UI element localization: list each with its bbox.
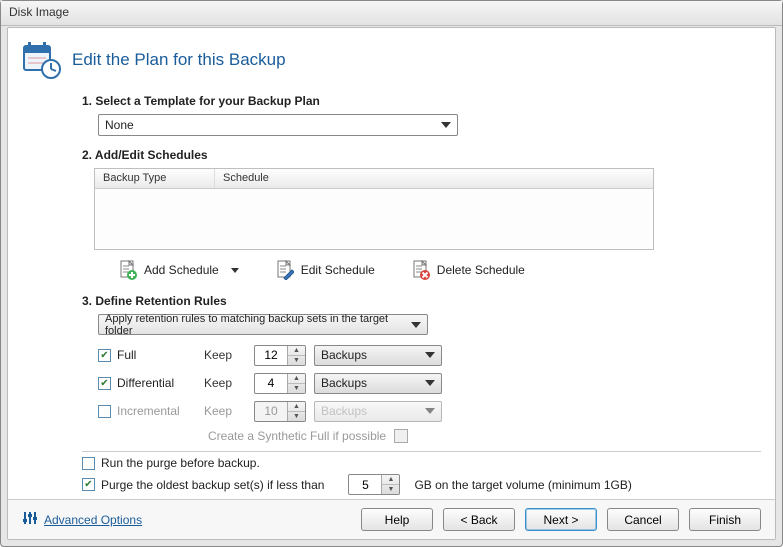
- chevron-down-icon: [425, 408, 435, 414]
- cancel-button[interactable]: Cancel: [607, 508, 679, 531]
- dialog-window: Disk Image Edit the Plan for this Backup: [0, 0, 783, 547]
- spin-up-icon[interactable]: ▲: [288, 374, 305, 384]
- differential-keep-label: Keep: [204, 376, 254, 390]
- advanced-options-link[interactable]: Advanced Options: [22, 510, 142, 529]
- window-title: Disk Image: [9, 5, 69, 19]
- add-schedule-label: Add Schedule: [144, 263, 219, 277]
- purge-gb-input[interactable]: [349, 475, 381, 494]
- differential-count-spinner[interactable]: ▲▼: [254, 373, 306, 394]
- spin-down-icon: ▼: [288, 412, 305, 421]
- edit-schedule-label: Edit Schedule: [301, 263, 375, 277]
- full-unit-select[interactable]: Backups: [314, 345, 442, 366]
- template-select[interactable]: None: [98, 114, 458, 136]
- delete-schedule-label: Delete Schedule: [437, 263, 525, 277]
- help-button[interactable]: Help: [361, 508, 433, 531]
- calendar-clock-icon: [22, 40, 62, 80]
- template-select-value: None: [105, 118, 134, 132]
- purge-before-row: Run the purge before backup.: [82, 456, 761, 470]
- retention-scope-value: Apply retention rules to matching backup…: [105, 313, 411, 337]
- dialog-footer: Advanced Options Help < Back Next > Canc…: [8, 499, 775, 539]
- differential-checkbox[interactable]: [98, 377, 111, 390]
- col-backup-type[interactable]: Backup Type: [95, 169, 215, 188]
- schedule-actions: Add Schedule Edit Schedule Delete Schedu…: [118, 260, 761, 280]
- incremental-label: Incremental: [117, 404, 180, 418]
- differential-label: Differential: [117, 376, 174, 390]
- dialog-body: ? 1. Select a Template for your Backup P…: [8, 88, 775, 499]
- back-button[interactable]: < Back: [443, 508, 515, 531]
- retention-scope-select[interactable]: Apply retention rules to matching backup…: [98, 314, 428, 335]
- retention-row-full: Full Keep ▲▼ Backups: [98, 341, 761, 369]
- spin-down-icon[interactable]: ▼: [288, 384, 305, 393]
- synthetic-full-checkbox: [394, 429, 408, 443]
- retention-row-incremental: Incremental Keep ▲▼ Backups: [98, 397, 761, 425]
- window-titlebar: Disk Image: [1, 1, 782, 26]
- sliders-icon: [22, 510, 38, 529]
- edit-schedule-button[interactable]: Edit Schedule: [275, 260, 375, 280]
- section-retention-label: 3. Define Retention Rules: [82, 294, 761, 308]
- section-schedules-label: 2. Add/Edit Schedules: [82, 148, 761, 162]
- purge-before-checkbox[interactable]: [82, 457, 95, 470]
- divider: [82, 451, 761, 452]
- schedule-table-header: Backup Type Schedule: [95, 169, 653, 189]
- chevron-down-icon: [411, 322, 421, 328]
- full-checkbox[interactable]: [98, 349, 111, 362]
- chevron-down-icon: [425, 352, 435, 358]
- full-keep-label: Keep: [204, 348, 254, 362]
- incremental-count-input: [255, 402, 287, 421]
- chevron-down-icon: [441, 122, 451, 128]
- section-template-label: 1. Select a Template for your Backup Pla…: [82, 94, 761, 108]
- chevron-down-icon: [425, 380, 435, 386]
- retention-row-differential: Differential Keep ▲▼ Backups: [98, 369, 761, 397]
- col-schedule[interactable]: Schedule: [215, 169, 653, 188]
- purge-oldest-checkbox[interactable]: [82, 478, 95, 491]
- dialog-panel: Edit the Plan for this Backup ? 1. Selec…: [7, 27, 776, 540]
- full-count-spinner[interactable]: ▲▼: [254, 345, 306, 366]
- retention-area: Apply retention rules to matching backup…: [98, 314, 761, 443]
- advanced-options-label: Advanced Options: [44, 513, 142, 527]
- page-title: Edit the Plan for this Backup: [72, 50, 286, 70]
- purge-oldest-label-post: GB on the target volume (minimum 1GB): [414, 478, 631, 492]
- chevron-down-icon: [231, 268, 239, 273]
- spin-down-icon[interactable]: ▼: [288, 356, 305, 365]
- full-count-input[interactable]: [255, 346, 287, 365]
- spin-up-icon[interactable]: ▲: [382, 475, 399, 485]
- synthetic-full-label: Create a Synthetic Full if possible: [208, 429, 386, 443]
- page-header: Edit the Plan for this Backup: [8, 28, 775, 88]
- spin-down-icon[interactable]: ▼: [382, 485, 399, 494]
- differential-unit-select[interactable]: Backups: [314, 373, 442, 394]
- finish-button[interactable]: Finish: [689, 508, 761, 531]
- incremental-checkbox[interactable]: [98, 405, 111, 418]
- next-button[interactable]: Next >: [525, 508, 597, 531]
- edit-schedule-icon: [275, 260, 295, 280]
- schedule-table: Backup Type Schedule: [94, 168, 654, 250]
- delete-schedule-icon: [411, 260, 431, 280]
- purge-oldest-row: Purge the oldest backup set(s) if less t…: [82, 474, 761, 495]
- incremental-keep-label: Keep: [204, 404, 254, 418]
- incremental-count-spinner: ▲▼: [254, 401, 306, 422]
- differential-count-input[interactable]: [255, 374, 287, 393]
- full-label: Full: [117, 348, 136, 362]
- spin-up-icon[interactable]: ▲: [288, 346, 305, 356]
- spin-up-icon: ▲: [288, 402, 305, 412]
- incremental-unit-select: Backups: [314, 401, 442, 422]
- delete-schedule-button[interactable]: Delete Schedule: [411, 260, 525, 280]
- purge-gb-spinner[interactable]: ▲▼: [348, 474, 400, 495]
- purge-before-label: Run the purge before backup.: [101, 456, 260, 470]
- synthetic-full-row: Create a Synthetic Full if possible: [98, 429, 761, 443]
- purge-oldest-label-pre: Purge the oldest backup set(s) if less t…: [101, 478, 324, 492]
- add-schedule-button[interactable]: Add Schedule: [118, 260, 239, 280]
- add-schedule-icon: [118, 260, 138, 280]
